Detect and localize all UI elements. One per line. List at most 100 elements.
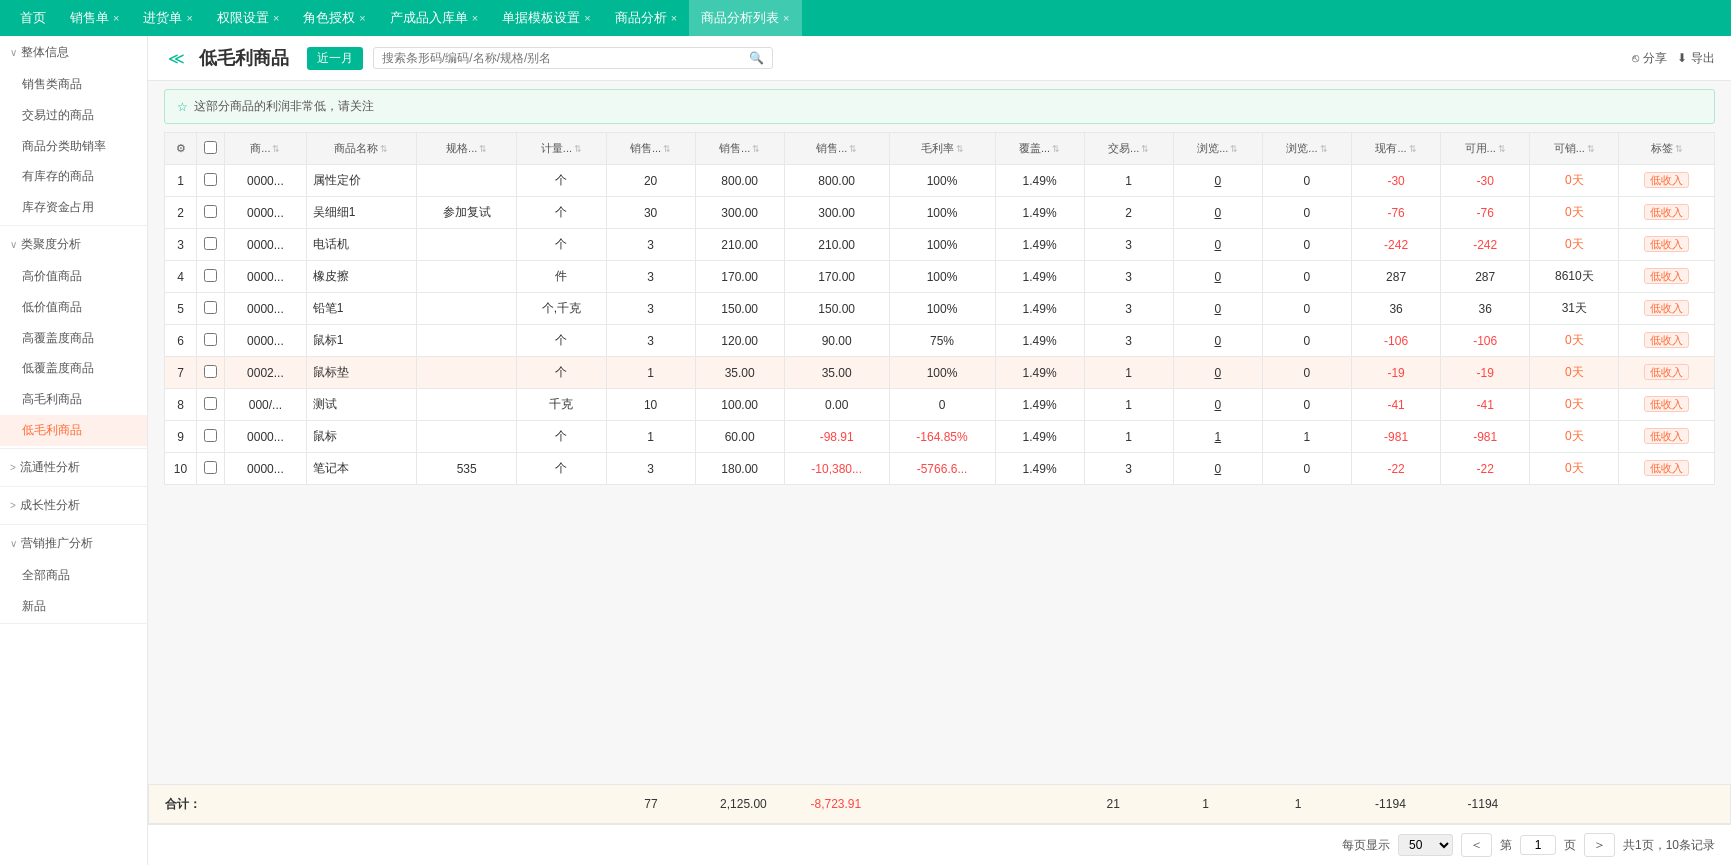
- page-number-input[interactable]: [1520, 835, 1556, 855]
- row-checkbox[interactable]: [197, 453, 225, 485]
- row-view1[interactable]: 0: [1173, 453, 1262, 485]
- row-view1[interactable]: 0: [1173, 229, 1262, 261]
- export-button[interactable]: ⬇ 导出: [1677, 50, 1715, 67]
- row-name[interactable]: 电话机: [306, 229, 416, 261]
- nav-close-icon[interactable]: ×: [273, 12, 279, 24]
- col-tag[interactable]: 标签⇅: [1619, 133, 1715, 165]
- row-name[interactable]: 吴细细1: [306, 197, 416, 229]
- select-all-checkbox[interactable]: [204, 141, 217, 154]
- row-view1[interactable]: 1: [1173, 421, 1262, 453]
- page-size-select[interactable]: 50 100 200: [1398, 834, 1453, 856]
- sidebar-section-流通性分析[interactable]: >流通性分析: [0, 451, 147, 484]
- table-container[interactable]: ⚙ 商...⇅ 商品名称⇅ 规格...⇅ 计量...⇅ 销售...⇅ 销售...…: [164, 132, 1715, 784]
- nav-item-商品分析列表[interactable]: 商品分析列表×: [689, 0, 801, 36]
- nav-item-权限设置[interactable]: 权限设置×: [205, 0, 291, 36]
- sidebar-item-高价值商品[interactable]: 高价值商品: [0, 261, 147, 292]
- sidebar-item-低毛利商品[interactable]: 低毛利商品: [0, 415, 147, 446]
- row-name[interactable]: 橡皮擦: [306, 261, 416, 293]
- col-coverage[interactable]: 覆盖...⇅: [995, 133, 1084, 165]
- nav-item-商品分析[interactable]: 商品分析×: [603, 0, 689, 36]
- nav-close-icon[interactable]: ×: [186, 12, 192, 24]
- col-gross-margin[interactable]: 毛利率⇅: [889, 133, 995, 165]
- sidebar-item-新品[interactable]: 新品: [0, 591, 147, 622]
- col-checkbox[interactable]: [197, 133, 225, 165]
- row-checkbox[interactable]: [197, 357, 225, 389]
- col-unit[interactable]: 计量...⇅: [517, 133, 606, 165]
- col-name[interactable]: 商品名称⇅: [306, 133, 416, 165]
- row-tag[interactable]: 低收入: [1619, 421, 1715, 453]
- row-view1[interactable]: 0: [1173, 325, 1262, 357]
- sidebar-item-低价值商品[interactable]: 低价值商品: [0, 292, 147, 323]
- collapse-button[interactable]: ≪: [164, 49, 189, 68]
- row-view1[interactable]: 0: [1173, 165, 1262, 197]
- row-tag[interactable]: 低收入: [1619, 197, 1715, 229]
- col-current-stock[interactable]: 现有...⇅: [1352, 133, 1441, 165]
- row-tag[interactable]: 低收入: [1619, 293, 1715, 325]
- sidebar-section-营销推广分析[interactable]: ∨营销推广分析: [0, 527, 147, 560]
- nav-item-销售单[interactable]: 销售单×: [58, 0, 131, 36]
- row-checkbox[interactable]: [197, 261, 225, 293]
- col-trade-count[interactable]: 交易...⇅: [1084, 133, 1173, 165]
- row-checkbox[interactable]: [197, 421, 225, 453]
- row-tag[interactable]: 低收入: [1619, 325, 1715, 357]
- sidebar-item-低覆盖度商品[interactable]: 低覆盖度商品: [0, 353, 147, 384]
- prev-page-button[interactable]: ＜: [1461, 833, 1492, 857]
- col-view2[interactable]: 浏览...⇅: [1262, 133, 1351, 165]
- nav-close-icon[interactable]: ×: [359, 12, 365, 24]
- nav-close-icon[interactable]: ×: [671, 12, 677, 24]
- col-sale-profit[interactable]: 销售...⇅: [784, 133, 889, 165]
- col-code[interactable]: 商...⇅: [225, 133, 307, 165]
- row-checkbox[interactable]: [197, 389, 225, 421]
- row-checkbox[interactable]: [197, 293, 225, 325]
- row-checkbox[interactable]: [197, 165, 225, 197]
- col-sale-amt[interactable]: 销售...⇅: [695, 133, 784, 165]
- row-tag[interactable]: 低收入: [1619, 261, 1715, 293]
- nav-item-首页[interactable]: 首页: [8, 0, 58, 36]
- row-tag[interactable]: 低收入: [1619, 389, 1715, 421]
- row-view1[interactable]: 0: [1173, 197, 1262, 229]
- sidebar-item-高毛利商品[interactable]: 高毛利商品: [0, 384, 147, 415]
- sidebar-section-成长性分析[interactable]: >成长性分析: [0, 489, 147, 522]
- row-name[interactable]: 属性定价: [306, 165, 416, 197]
- col-settings[interactable]: ⚙: [165, 133, 197, 165]
- search-icon[interactable]: 🔍: [749, 51, 764, 65]
- row-tag[interactable]: 低收入: [1619, 165, 1715, 197]
- row-tag[interactable]: 低收入: [1619, 453, 1715, 485]
- row-name[interactable]: 鼠标垫: [306, 357, 416, 389]
- sidebar-item-库存资金占用[interactable]: 库存资金占用: [0, 192, 147, 223]
- row-name[interactable]: 鼠标: [306, 421, 416, 453]
- search-input[interactable]: [382, 51, 749, 65]
- row-name[interactable]: 笔记本: [306, 453, 416, 485]
- nav-item-单据模板设置[interactable]: 单据模板设置×: [490, 0, 602, 36]
- col-sale-qty[interactable]: 销售...⇅: [606, 133, 695, 165]
- row-checkbox[interactable]: [197, 325, 225, 357]
- row-name[interactable]: 铅笔1: [306, 293, 416, 325]
- row-view1[interactable]: 0: [1173, 389, 1262, 421]
- row-view1[interactable]: 0: [1173, 293, 1262, 325]
- row-name[interactable]: 鼠标1: [306, 325, 416, 357]
- sidebar-item-交易过的商品[interactable]: 交易过的商品: [0, 100, 147, 131]
- sidebar-section-类聚度分析[interactable]: ∨类聚度分析: [0, 228, 147, 261]
- nav-item-进货单[interactable]: 进货单×: [131, 0, 204, 36]
- nav-close-icon[interactable]: ×: [584, 12, 590, 24]
- next-page-button[interactable]: ＞: [1584, 833, 1615, 857]
- share-button[interactable]: ⎋ 分享: [1632, 50, 1667, 67]
- row-tag[interactable]: 低收入: [1619, 229, 1715, 261]
- row-checkbox[interactable]: [197, 197, 225, 229]
- row-name[interactable]: 测试: [306, 389, 416, 421]
- nav-item-角色授权[interactable]: 角色授权×: [291, 0, 377, 36]
- col-available-stock[interactable]: 可用...⇅: [1441, 133, 1530, 165]
- row-view1[interactable]: 0: [1173, 357, 1262, 389]
- sidebar-item-商品分类助销率[interactable]: 商品分类助销率: [0, 131, 147, 162]
- filter-button[interactable]: 近一月: [307, 47, 363, 70]
- nav-close-icon[interactable]: ×: [472, 12, 478, 24]
- col-view1[interactable]: 浏览...⇅: [1173, 133, 1262, 165]
- nav-close-icon[interactable]: ×: [113, 12, 119, 24]
- sidebar-item-销售类商品[interactable]: 销售类商品: [0, 69, 147, 100]
- sidebar-item-有库存的商品[interactable]: 有库存的商品: [0, 161, 147, 192]
- nav-close-icon[interactable]: ×: [783, 12, 789, 24]
- nav-item-产成品入库单[interactable]: 产成品入库单×: [378, 0, 490, 36]
- sidebar-item-全部商品[interactable]: 全部商品: [0, 560, 147, 591]
- row-checkbox[interactable]: [197, 229, 225, 261]
- col-spec[interactable]: 规格...⇅: [417, 133, 517, 165]
